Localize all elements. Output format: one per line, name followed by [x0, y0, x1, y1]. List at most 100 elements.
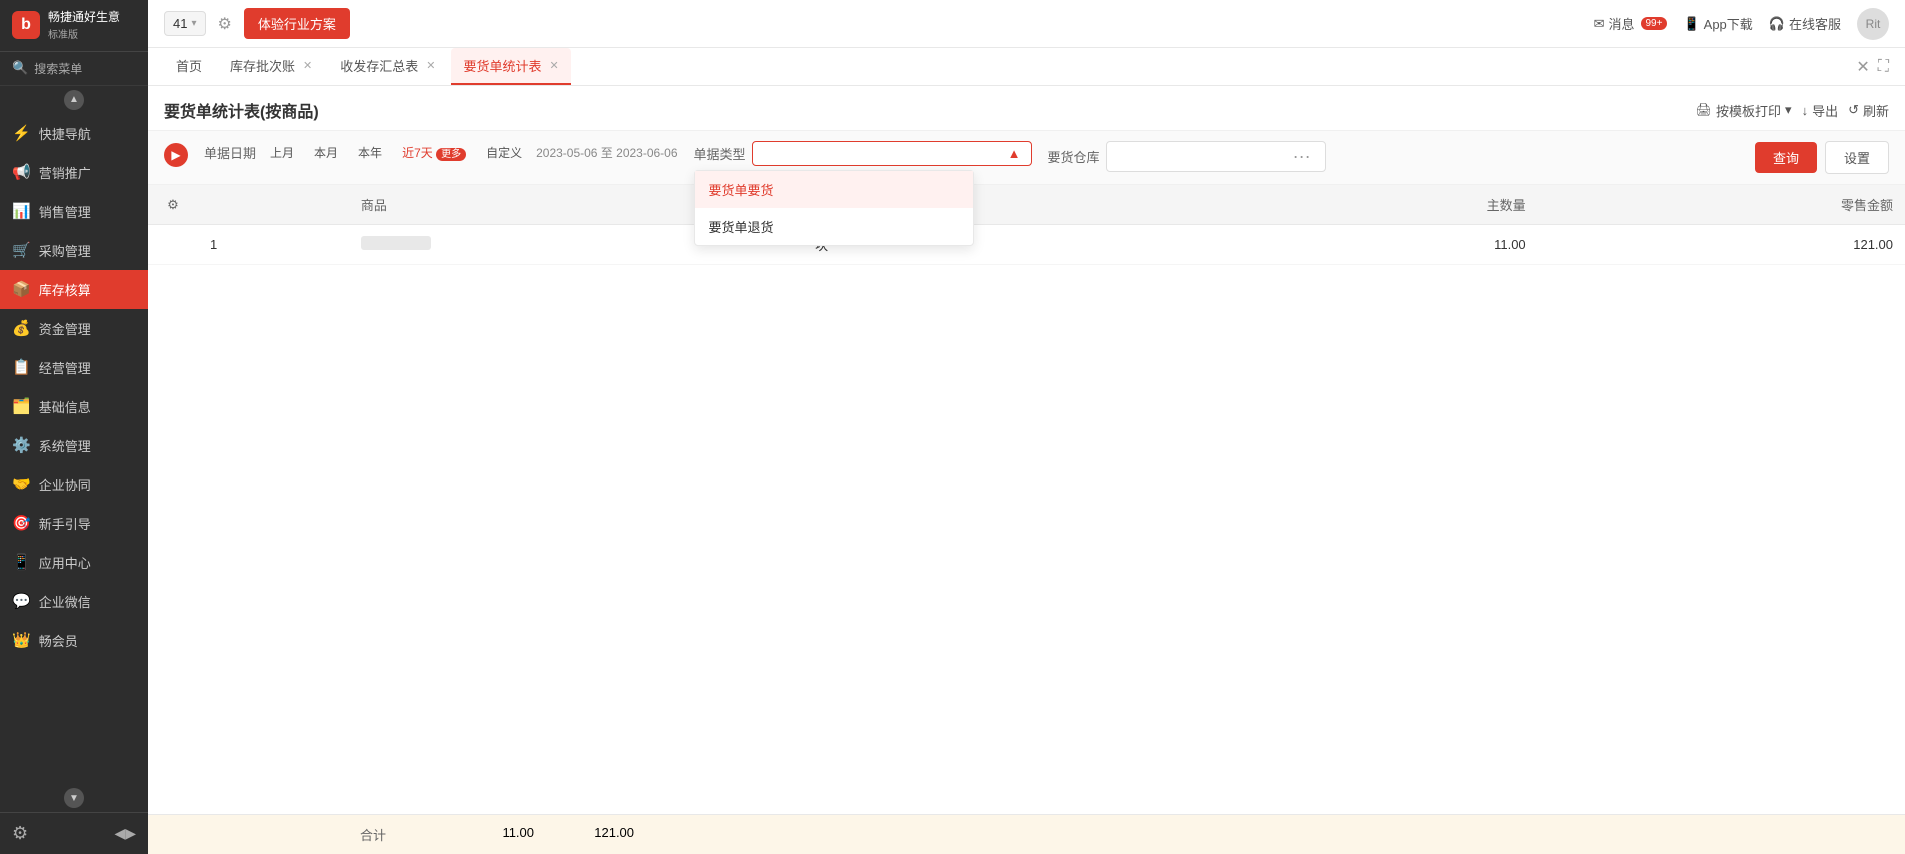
page-content: 要货单统计表(按商品) 🖨 按模板打印 ▾ ↓ 导出 ↺ 刷新 [148, 86, 1905, 854]
export-button[interactable]: ↓ 导出 [1802, 101, 1839, 120]
app-logo-text: 畅捷通好生意 标准版 [48, 10, 120, 41]
operations-icon: 📋 [12, 358, 31, 376]
date-tabs: 上月 本月 本年 近7天 更多 自定义 [262, 141, 530, 164]
sidebar-item-enterprise[interactable]: 🤝 企业协同 [0, 465, 148, 504]
scroll-down-btn[interactable]: ▼ [0, 784, 148, 812]
sidebar-item-wecom[interactable]: 💬 企业微信 [0, 582, 148, 621]
more-badge: 更多 [436, 148, 466, 161]
filter-settings-button[interactable]: 设置 [1825, 141, 1889, 174]
sidebar-settings-icon[interactable]: ⚙ [12, 823, 28, 844]
row-amount: 121.00 [1538, 225, 1905, 265]
sidebar-item-quick-nav[interactable]: ⚡ 快捷导航 [0, 114, 148, 153]
page-header: 要货单统计表(按商品) 🖨 按模板打印 ▾ ↓ 导出 ↺ 刷新 [148, 86, 1905, 131]
user-avatar[interactable]: Rit [1857, 8, 1889, 40]
app-center-icon: 📱 [12, 553, 31, 571]
sidebar-item-sales[interactable]: 📊 销售管理 [0, 192, 148, 231]
date-range: 2023-05-06 至 2023-06-06 [536, 144, 677, 161]
filter-expand-btn[interactable]: ▶ [164, 143, 188, 167]
page-title: 要货单统计表(按商品) [164, 98, 319, 122]
tabs-bar: 首页 库存批次账 ✕ 收发存汇总表 ✕ 要货单统计表 ✕ ✕ ⛶ [148, 48, 1905, 86]
type-select[interactable]: ▲ [752, 141, 1032, 166]
date-tab-year[interactable]: 本年 [350, 141, 390, 164]
store-selector[interactable]: 41 ▾ [164, 11, 206, 36]
dropdown-item-order-return[interactable]: 要货单退货 [695, 208, 973, 245]
message-icon: ✉ [1594, 16, 1605, 32]
app-download-action[interactable]: 📱 App下载 [1683, 14, 1752, 33]
close-all-icon[interactable]: ✕ [1856, 57, 1869, 77]
col-no [198, 185, 349, 225]
product-placeholder [361, 236, 431, 250]
mobile-icon: 📱 [1683, 16, 1699, 32]
sidebar-item-app-center[interactable]: 📱 应用中心 [0, 543, 148, 582]
date-tab-custom[interactable]: 自定义 [478, 141, 530, 164]
refresh-icon: ↺ [1848, 102, 1859, 118]
base-info-icon: 🗂️ [12, 397, 31, 415]
quick-nav-icon: ⚡ [12, 124, 31, 142]
scroll-up-btn[interactable]: ▲ [0, 86, 148, 114]
tab-close-inventory-batch[interactable]: ✕ [303, 59, 312, 72]
warehouse-select[interactable]: ··· [1106, 141, 1326, 172]
tab-home[interactable]: 首页 [164, 48, 214, 85]
online-service-action[interactable]: 🎧 在线客服 [1769, 14, 1841, 33]
export-icon: ↓ [1802, 103, 1809, 118]
sidebar-item-inventory[interactable]: 📦 库存核算 [0, 270, 148, 309]
warehouse-filter-group: 要货仓库 ··· [1048, 141, 1326, 172]
refresh-button[interactable]: ↺ 刷新 [1848, 101, 1889, 120]
sales-icon: 📊 [12, 202, 31, 220]
search-menu[interactable]: 🔍 搜索菜单 [0, 52, 148, 86]
sidebar-collapse-icon[interactable]: ◀▶ [114, 825, 136, 842]
sidebar-item-marketing[interactable]: 📢 营销推广 [0, 153, 148, 192]
tab-inventory-batch[interactable]: 库存批次账 ✕ [218, 48, 324, 85]
inventory-icon: 📦 [12, 280, 31, 298]
dropdown-item-order-goods[interactable]: 要货单要货 [695, 171, 973, 208]
sidebar-item-guide[interactable]: 🎯 新手引导 [0, 504, 148, 543]
finance-icon: 💰 [12, 319, 31, 337]
system-icon: ⚙️ [12, 436, 31, 454]
date-tab-up[interactable]: 上月 [262, 141, 302, 164]
header-left: 41 ▾ ⚙ 体验行业方案 [164, 8, 350, 39]
row-no: 1 [198, 225, 349, 265]
tab-order-stats[interactable]: 要货单统计表 ✕ [451, 48, 570, 85]
enterprise-icon: 🤝 [12, 475, 31, 493]
footer-total-label: 合计 [360, 825, 386, 844]
col-settings[interactable]: ⚙ [148, 185, 198, 225]
sidebar-item-membership[interactable]: 👑 畅会员 [0, 621, 148, 660]
service-icon: 🎧 [1769, 16, 1785, 32]
col-amount: 零售金额 [1538, 185, 1905, 225]
col-qty: 主数量 [1233, 185, 1537, 225]
data-table: ⚙ 商品 主计量单位 主数量 零售金额 1 [148, 185, 1905, 265]
main-content: 41 ▾ ⚙ 体验行业方案 ✉ 消息 99+ 📱 App下载 🎧 在线客服 Ri… [148, 0, 1905, 854]
table-container: ⚙ 商品 主计量单位 主数量 零售金额 1 [148, 185, 1905, 814]
row-qty: 11.00 [1233, 225, 1537, 265]
expand-tabs-icon[interactable]: ⛶ [1878, 58, 1889, 76]
table-row: 1 块 11.00 121.00 [148, 225, 1905, 265]
footer-qty: 11.00 [446, 825, 546, 844]
print-arrow-icon: ▾ [1785, 102, 1792, 118]
tab-close-order-stats[interactable]: ✕ [550, 59, 559, 72]
marketing-icon: 📢 [12, 163, 31, 181]
date-tab-7days[interactable]: 近7天 更多 [394, 141, 474, 164]
sidebar-item-finance[interactable]: 💰 资金管理 [0, 309, 148, 348]
tabs-actions: ✕ ⛶ [1856, 57, 1889, 77]
type-dropdown: 要货单要货 要货单退货 [694, 170, 974, 246]
type-filter-group: 单据类型 ▲ 要货单要货 要货单退货 [694, 141, 1032, 166]
print-icon: 🖨 [1696, 102, 1713, 118]
page-inner: 要货单统计表(按商品) 🖨 按模板打印 ▾ ↓ 导出 ↺ 刷新 [148, 86, 1905, 854]
trial-button[interactable]: 体验行业方案 [244, 8, 350, 39]
tab-collect-summary[interactable]: 收发存汇总表 ✕ [328, 48, 447, 85]
date-tab-cur[interactable]: 本月 [306, 141, 346, 164]
header-settings-icon[interactable]: ⚙ [218, 14, 232, 34]
page-actions: 🖨 按模板打印 ▾ ↓ 导出 ↺ 刷新 [1696, 101, 1890, 120]
membership-icon: 👑 [12, 631, 31, 649]
message-action[interactable]: ✉ 消息 99+ [1594, 14, 1668, 33]
tab-close-collect-summary[interactable]: ✕ [426, 59, 435, 72]
app-logo-icon: b [12, 11, 40, 39]
sidebar-item-purchase[interactable]: 🛒 采购管理 [0, 231, 148, 270]
sidebar-item-system[interactable]: ⚙️ 系统管理 [0, 426, 148, 465]
col-settings-icon: ⚙ [167, 197, 179, 212]
query-button[interactable]: 查询 [1755, 142, 1817, 173]
sidebar-item-base-info[interactable]: 🗂️ 基础信息 [0, 387, 148, 426]
print-button[interactable]: 🖨 按模板打印 ▾ [1696, 101, 1792, 120]
sidebar-item-operations[interactable]: 📋 经营管理 [0, 348, 148, 387]
purchase-icon: 🛒 [12, 241, 31, 259]
